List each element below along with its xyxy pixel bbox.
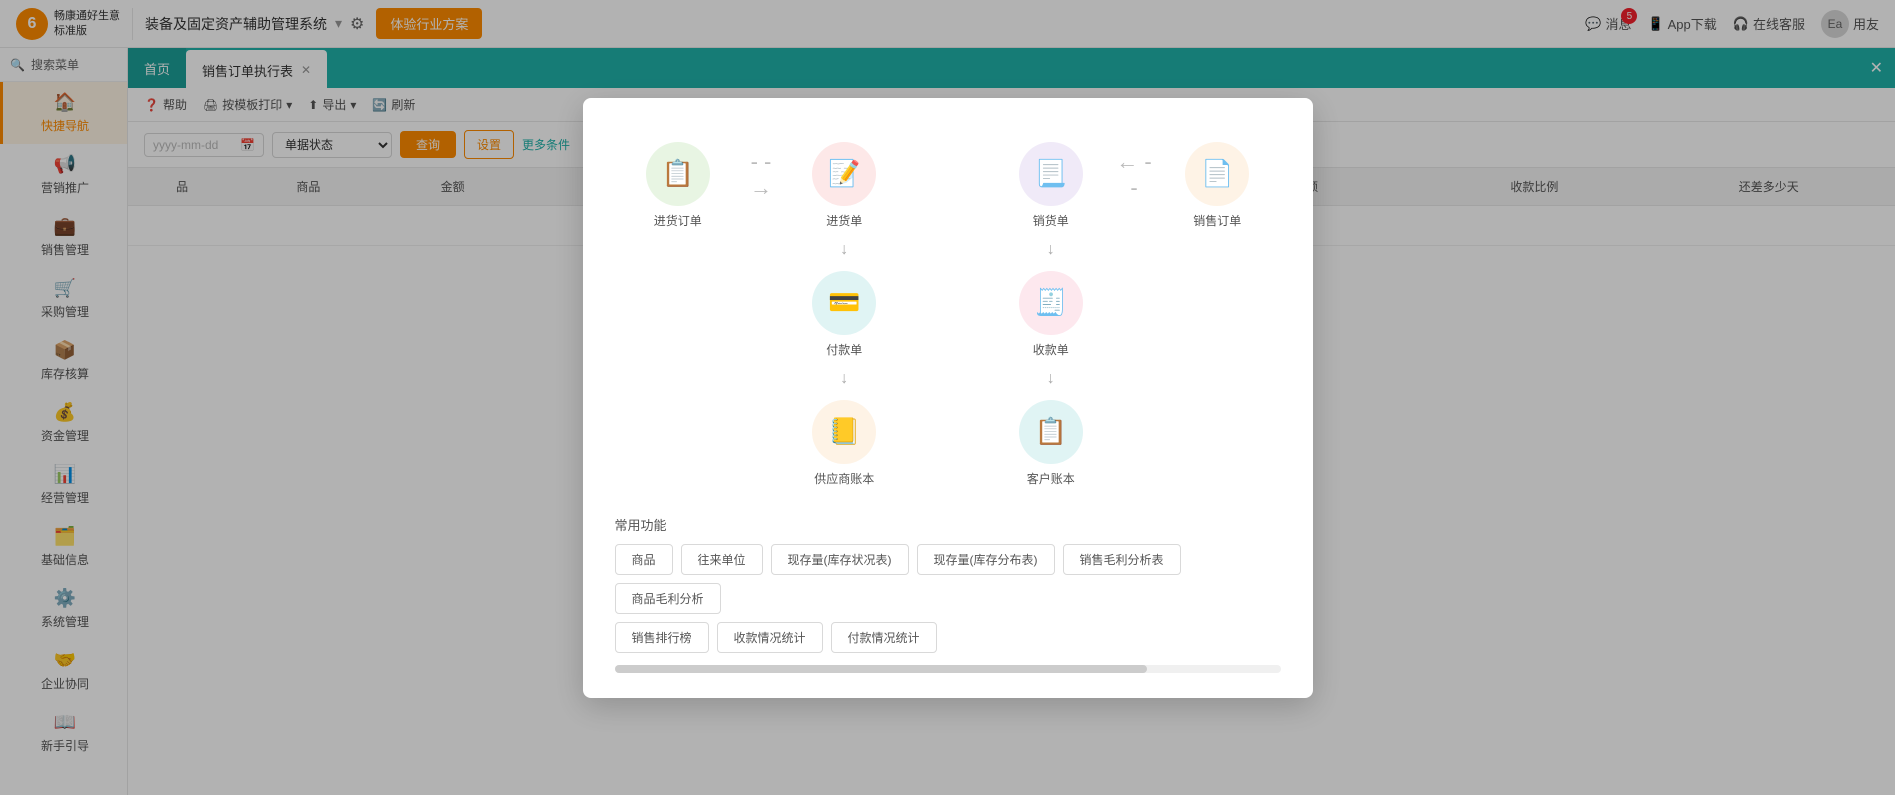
arrow-down-receipt: ↓ — [988, 370, 1115, 388]
func-buttons-row-1: 商品 往来单位 现存量(库存状况表) 现存量(库存分布表) 销售毛利分析表 商品… — [615, 544, 1281, 614]
receipt-bill-label: 收款单 — [1033, 341, 1069, 358]
flow-node-receipt-bill[interactable]: 🧾 收款单 — [988, 259, 1115, 370]
modal-scrollbar[interactable] — [615, 665, 1281, 673]
modal-scrollbar-thumb — [615, 665, 1148, 673]
flow-node-purchase-bill[interactable]: 📝 进货单 — [781, 130, 908, 241]
sales-order-label: 销售订单 — [1193, 212, 1241, 229]
supplier-ledger-icon: 📒 — [812, 400, 876, 464]
receipt-bill-icon: 🧾 — [1019, 271, 1083, 335]
customer-ledger-icon: 📋 — [1019, 400, 1083, 464]
func-btn-goods[interactable]: 商品 — [615, 544, 673, 575]
func-btn-receipt-stats[interactable]: 收款情况统计 — [717, 622, 823, 653]
flow-node-supplier-ledger[interactable]: 📒 供应商账本 — [781, 388, 908, 499]
purchase-bill-icon: 📝 — [812, 142, 876, 206]
func-btn-counterpart[interactable]: 往来单位 — [681, 544, 763, 575]
func-btn-stock-dist[interactable]: 现存量(库存分布表) — [917, 544, 1055, 575]
func-buttons-row-2: 销售排行榜 收款情况统计 付款情况统计 — [615, 622, 1281, 653]
purchase-order-icon: 📋 — [646, 142, 710, 206]
sales-bill-label: 销货单 — [1033, 212, 1069, 229]
customer-ledger-label: 客户账本 — [1027, 470, 1075, 487]
arrow-down-payment: ↓ — [781, 370, 908, 388]
func-btn-payment-stats[interactable]: 付款情况统计 — [831, 622, 937, 653]
flow-node-sales-bill[interactable]: 📃 销货单 — [988, 130, 1115, 241]
arrow-spacer — [908, 175, 988, 195]
common-funcs-title: 常用功能 — [615, 515, 1281, 534]
flow-row-1: 📋 进货订单 - - → 📝 进货单 📃 销货单 ← - - 📄 销售订单 — [615, 130, 1281, 241]
flow-node-purchase-order[interactable]: 📋 进货订单 — [615, 130, 742, 241]
func-btn-stock-status[interactable]: 现存量(库存状况表) — [771, 544, 909, 575]
payment-bill-icon: 💳 — [812, 271, 876, 335]
modal-dialog: 📋 进货订单 - - → 📝 进货单 📃 销货单 ← - - 📄 销售订单 — [583, 98, 1313, 698]
sales-order-icon: 📄 — [1185, 142, 1249, 206]
flow-node-payment-bill[interactable]: 💳 付款单 — [781, 259, 908, 370]
flow-arrows-row2: ↓ ↓ — [615, 370, 1281, 388]
supplier-ledger-label: 供应商账本 — [814, 470, 874, 487]
purchase-order-label: 进货订单 — [654, 212, 702, 229]
arrow-h2: ← - - — [1114, 149, 1154, 221]
flow-node-sales-order[interactable]: 📄 销售订单 — [1154, 130, 1281, 241]
arrow-down-sales: ↓ — [988, 241, 1115, 259]
payment-bill-label: 付款单 — [826, 341, 862, 358]
arrow-down-purchase: ↓ — [781, 241, 908, 259]
flow-row-2: 💳 付款单 🧾 收款单 — [615, 259, 1281, 370]
flow-row-3: 📒 供应商账本 📋 客户账本 — [615, 388, 1281, 499]
arrow-h1: - - → — [741, 149, 781, 221]
purchase-bill-label: 进货单 — [826, 212, 862, 229]
func-btn-sales-margin[interactable]: 销售毛利分析表 — [1063, 544, 1181, 575]
common-funcs-section: 常用功能 商品 往来单位 现存量(库存状况表) 现存量(库存分布表) 销售毛利分… — [615, 515, 1281, 653]
flow-node-customer-ledger[interactable]: 📋 客户账本 — [988, 388, 1115, 499]
modal-overlay[interactable]: 📋 进货订单 - - → 📝 进货单 📃 销货单 ← - - 📄 销售订单 — [0, 0, 1895, 795]
sales-bill-icon: 📃 — [1019, 142, 1083, 206]
flow-arrows-row: ↓ ↓ — [615, 241, 1281, 259]
func-btn-goods-margin[interactable]: 商品毛利分析 — [615, 583, 721, 614]
func-btn-sales-ranking[interactable]: 销售排行榜 — [615, 622, 709, 653]
